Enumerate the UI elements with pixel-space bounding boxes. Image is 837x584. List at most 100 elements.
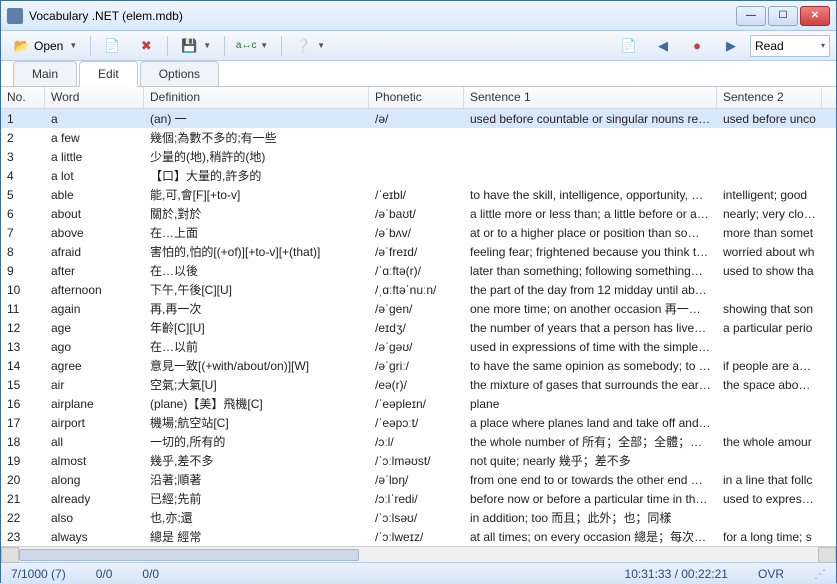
cell-sentence2: in a line that follc xyxy=(717,472,822,488)
next-button[interactable]: ▶ xyxy=(716,34,746,58)
table-row[interactable]: 7above在…上面/əˈbʌv/at or to a higher place… xyxy=(1,223,836,242)
cell-word: airport xyxy=(45,415,144,431)
cell-word: about xyxy=(45,206,144,222)
table-row[interactable]: 22also也,亦;還/ˈɔːlsəʊ/in addition; too 而且；… xyxy=(1,508,836,527)
cell-no: 14 xyxy=(1,358,45,374)
prev-button[interactable]: ◀ xyxy=(648,34,678,58)
save-button[interactable]: 💾▼ xyxy=(174,34,218,58)
col-phonetic[interactable]: Phonetic xyxy=(369,87,464,108)
table-row[interactable]: 16airplane(plane)【美】飛機[C]/ˈeəpleɪn/plane xyxy=(1,394,836,413)
open-button[interactable]: 📂 Open ▼ xyxy=(7,34,84,58)
cell-no: 4 xyxy=(1,168,45,184)
delete-button[interactable]: ✖ xyxy=(131,34,161,58)
cell-word: again xyxy=(45,301,144,317)
cell-no: 10 xyxy=(1,282,45,298)
table-row[interactable]: 1a(an) 一/ə/used before countable or sing… xyxy=(1,109,836,128)
table-row[interactable]: 19almost幾乎,差不多/ˈɔːlməʊst/not quite; near… xyxy=(1,451,836,470)
cell-definition: 再,再一次 xyxy=(144,299,369,318)
new-button[interactable]: 📄 xyxy=(97,34,127,58)
table-row[interactable]: 2a few幾個;為數不多的;有一些 xyxy=(1,128,836,147)
read-combo[interactable]: Read ▾ xyxy=(750,35,830,57)
table-row[interactable]: 9after在…以後/ˈɑːftə(r)/later than somethin… xyxy=(1,261,836,280)
titlebar: Vocabulary .NET (elem.mdb) — ☐ ✕ xyxy=(1,1,836,31)
cell-phonetic: /əˈɡen/ xyxy=(369,301,464,317)
table-row[interactable]: 5able能,可,會[F][+to-v]/ˈeɪbl/to have the s… xyxy=(1,185,836,204)
table-row[interactable]: 12age年齡[C][U]/eɪdʒ/the number of years t… xyxy=(1,318,836,337)
col-word[interactable]: Word xyxy=(45,87,144,108)
cell-sentence1: the mixture of gases that surrounds the … xyxy=(464,377,717,393)
cell-word: able xyxy=(45,187,144,203)
help-icon: ❔ xyxy=(295,38,311,54)
cell-sentence2: used before unco xyxy=(717,111,822,127)
record-button[interactable]: ● xyxy=(682,34,712,58)
cell-phonetic: /ˈeəpleɪn/ xyxy=(369,396,464,412)
table-row[interactable]: 8afraid害怕的,怕的[(+of)][+to-v][+(that)]/əˈf… xyxy=(1,242,836,261)
grid-rows: 1a(an) 一/ə/used before countable or sing… xyxy=(1,109,836,546)
cell-word: after xyxy=(45,263,144,279)
cell-no: 9 xyxy=(1,263,45,279)
cell-sentence2: for a long time; s xyxy=(717,529,822,545)
cell-sentence1: to have the skill, intelligence, opportu… xyxy=(464,187,717,203)
table-row[interactable]: 4a lot【口】大量的,許多的 xyxy=(1,166,836,185)
switch-button[interactable]: a↔c▼ xyxy=(231,34,275,58)
col-sentence2[interactable]: Sentence 2 xyxy=(717,87,822,108)
doc-button[interactable]: 📄 xyxy=(614,34,644,58)
minimize-button[interactable]: — xyxy=(736,6,766,26)
tab-edit[interactable]: Edit xyxy=(79,61,138,87)
cell-sentence2 xyxy=(717,289,822,291)
cell-word: almost xyxy=(45,453,144,469)
close-button[interactable]: ✕ xyxy=(800,6,830,26)
cell-word: along xyxy=(45,472,144,488)
table-row[interactable]: 11again再,再一次/əˈɡen/one more time; on ano… xyxy=(1,299,836,318)
table-row[interactable]: 14agree意見一致[(+with/about/on)][W]/əˈɡriː/… xyxy=(1,356,836,375)
cell-sentence1: feeling fear; frightened because you thi… xyxy=(464,244,717,260)
cell-no: 21 xyxy=(1,491,45,507)
switch-icon: a↔c xyxy=(238,38,254,54)
cell-no: 18 xyxy=(1,434,45,450)
table-row[interactable]: 17airport機場;航空站[C]/ˈeəpɔːt/a place where… xyxy=(1,413,836,432)
table-row[interactable]: 20along沿著;順著/əˈlɒŋ/from one end to or to… xyxy=(1,470,836,489)
col-sentence1[interactable]: Sentence 1 xyxy=(464,87,717,108)
table-row[interactable]: 18all一切的,所有的/ɔːl/the whole number of 所有；… xyxy=(1,432,836,451)
table-row[interactable]: 15air空氣;大氣[U]/eə(r)/the mixture of gases… xyxy=(1,375,836,394)
cell-phonetic: /əˈlɒŋ/ xyxy=(369,472,464,488)
cell-phonetic: /ə/ xyxy=(369,111,464,127)
separator xyxy=(90,36,91,56)
cell-no: 6 xyxy=(1,206,45,222)
help-button[interactable]: ❔▼ xyxy=(288,34,332,58)
cell-definition: 沿著;順著 xyxy=(144,470,369,489)
scrollbar-thumb[interactable] xyxy=(19,549,359,561)
cell-sentence1: at all times; on every occasion 總是；每次… xyxy=(464,527,717,546)
cell-word: agree xyxy=(45,358,144,374)
cell-no: 3 xyxy=(1,149,45,165)
table-row[interactable]: 13ago在…以前/əˈɡəʊ/used in expressions of t… xyxy=(1,337,836,356)
cell-no: 12 xyxy=(1,320,45,336)
cell-sentence1: plane xyxy=(464,396,717,412)
col-definition[interactable]: Definition xyxy=(144,87,369,108)
table-row[interactable]: 3a little少量的(地),稍許的(地) xyxy=(1,147,836,166)
table-row[interactable]: 6about關於,對於/əˈbaʊt/a little more or less… xyxy=(1,204,836,223)
table-row[interactable]: 23always總是 經常/ˈɔːlweɪz/at all times; on … xyxy=(1,527,836,546)
table-row[interactable]: 21already已經;先前/ɔːlˈredi/before now or be… xyxy=(1,489,836,508)
maximize-button[interactable]: ☐ xyxy=(768,6,798,26)
cell-phonetic: /əˈɡriː/ xyxy=(369,358,464,374)
cell-sentence2: used to show tha xyxy=(717,263,822,279)
cell-phonetic: /əˈɡəʊ/ xyxy=(369,339,464,355)
cell-sentence2 xyxy=(717,137,822,139)
resize-grip-icon[interactable]: ⋰ xyxy=(814,567,826,581)
toolbar: 📂 Open ▼ 📄 ✖ 💾▼ a↔c▼ ❔▼ 📄 ◀ ● ▶ Read ▾ xyxy=(1,31,836,61)
triangle-left-icon: ◀ xyxy=(655,38,671,54)
cell-phonetic: /əˈbʌv/ xyxy=(369,225,464,241)
tab-main[interactable]: Main xyxy=(13,61,77,86)
triangle-right-icon: ▶ xyxy=(723,38,739,54)
cell-definition: 能,可,會[F][+to-v] xyxy=(144,185,369,204)
status-ovr: OVR xyxy=(758,567,784,581)
separator xyxy=(167,36,168,56)
separator xyxy=(224,36,225,56)
table-row[interactable]: 10afternoon下午,午後[C][U]/ˌɑːftəˈnuːn/the p… xyxy=(1,280,836,299)
tab-options[interactable]: Options xyxy=(140,61,219,86)
col-no[interactable]: No. xyxy=(1,87,45,108)
cell-word: ago xyxy=(45,339,144,355)
horizontal-scrollbar[interactable] xyxy=(1,546,836,562)
cell-no: 15 xyxy=(1,377,45,393)
